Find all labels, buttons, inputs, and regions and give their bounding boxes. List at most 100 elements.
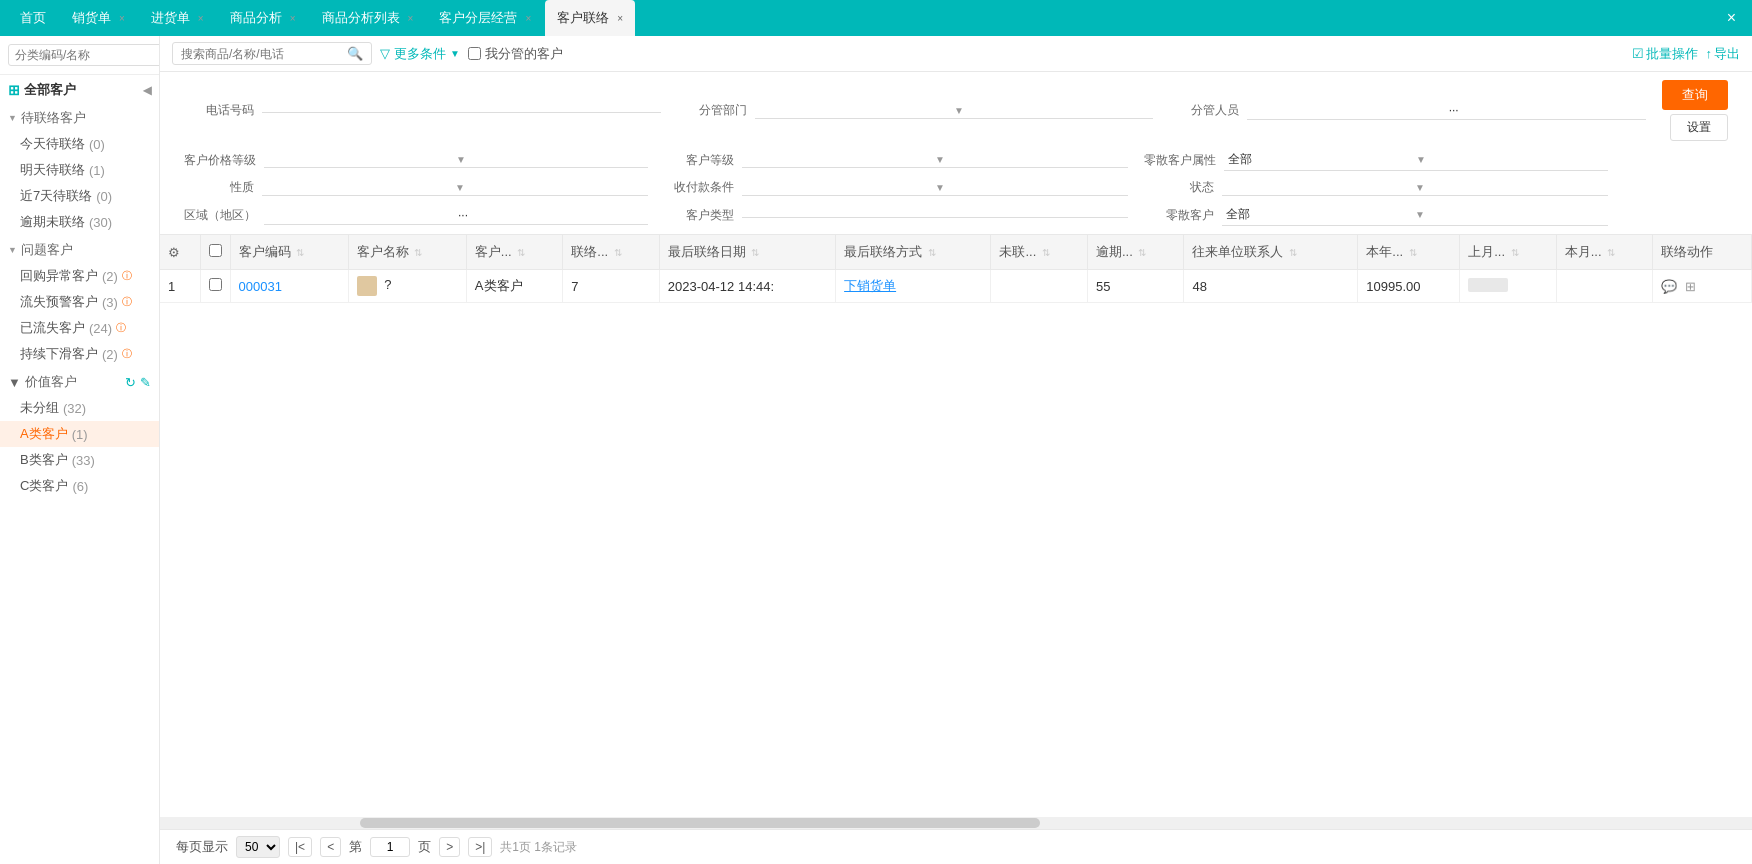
dept-arrow-icon: ▼ — [954, 105, 1149, 116]
cust-type-select[interactable] — [742, 213, 1128, 218]
sidebar-item-warning[interactable]: 流失预警客户 (3) ⓘ — [0, 289, 159, 315]
value-group-title[interactable]: ▼ 价值客户 ↻ ✎ — [0, 369, 159, 395]
scrollbar-thumb[interactable] — [360, 818, 1040, 828]
action-col: 查询 设置 — [1654, 80, 1736, 141]
batch-op-btn[interactable]: ☑ 批量操作 — [1632, 45, 1698, 63]
nav-tab-3[interactable]: 商品分析列表 × — [310, 0, 426, 36]
col-last-method[interactable]: 最后联络方式 ⇅ — [836, 235, 991, 270]
nav-tab-1[interactable]: 进货单 × — [139, 0, 216, 36]
col-contact-count[interactable]: 联络... ⇅ — [563, 235, 659, 270]
sidebar-item-class-a[interactable]: A类客户 (1) — [0, 421, 159, 447]
col-this-month[interactable]: 本月... ⇅ — [1556, 235, 1652, 270]
value-tri-icon: ▼ — [8, 375, 21, 390]
sidebar-item-unclassified[interactable]: 未分组 (32) — [0, 395, 159, 421]
select-all-checkbox[interactable] — [209, 244, 222, 257]
col-overdue[interactable]: 逾期... ⇅ — [1087, 235, 1183, 270]
col-name[interactable]: 客户名称 ⇅ — [348, 235, 466, 270]
sidebar-item-today[interactable]: 今天待联络 (0) — [0, 131, 159, 157]
main-search-input[interactable] — [181, 47, 347, 61]
top-nav: 首页 销货单 × 进货单 × 商品分析 × 商品分析列表 × 客户分层经营 × … — [0, 0, 1752, 36]
col-no-contact[interactable]: 未联... ⇅ — [991, 235, 1087, 270]
sidebar-item-abnormal[interactable]: 回购异常客户 (2) ⓘ — [0, 263, 159, 289]
page-size-select[interactable]: 50 — [236, 836, 280, 858]
filter-cell-phone: 电话号码 — [176, 102, 669, 119]
close-tab-3[interactable]: × — [408, 13, 414, 24]
settings-btn[interactable]: 设置 — [1670, 114, 1728, 141]
pending-group-title[interactable]: ▼ 待联络客户 — [0, 105, 159, 131]
gear-icon[interactable]: ⚙ — [168, 245, 180, 260]
problem-group-title[interactable]: ▼ 问题客户 — [0, 237, 159, 263]
this-month-sort-icon: ⇅ — [1607, 247, 1615, 258]
message-icon[interactable]: 💬 — [1661, 279, 1677, 294]
cell-last-method[interactable]: 下销货单 — [836, 270, 991, 303]
cell-this-month — [1556, 270, 1652, 303]
horizontal-scrollbar[interactable] — [160, 817, 1752, 829]
qr-icon[interactable]: ⊞ — [1685, 279, 1696, 294]
close-tab-4[interactable]: × — [525, 13, 531, 24]
filter-cell-status: 状态 ▼ — [1136, 179, 1616, 196]
all-customers-item[interactable]: ⊞ 全部客户 ◀ — [0, 75, 159, 105]
last-method-link[interactable]: 下销货单 — [844, 278, 896, 293]
close-tab-1[interactable]: × — [198, 13, 204, 24]
payment-select[interactable]: ▼ — [742, 180, 1128, 196]
dept-select[interactable]: ▼ — [755, 103, 1154, 119]
collapse-sidebar-icon[interactable]: ◀ — [143, 84, 151, 97]
my-customer-checkbox[interactable] — [468, 47, 481, 60]
sidebar-item-overdue[interactable]: 逾期未联络 (30) — [0, 209, 159, 235]
close-all-tabs[interactable]: × — [1719, 9, 1744, 27]
sidebar-search-input[interactable] — [8, 44, 160, 66]
last-page-btn[interactable]: >| — [468, 837, 492, 857]
cell-code[interactable]: 000031 — [230, 270, 348, 303]
sidebar-item-class-c[interactable]: C类客户 (6) — [0, 473, 159, 499]
filter-cell-cust-level: 客户等级 ▼ — [656, 152, 1136, 169]
prev-page-btn[interactable]: < — [320, 837, 341, 857]
main-search-icon[interactable]: 🔍 — [347, 46, 363, 61]
sidebar-item-tomorrow[interactable]: 明天待联络 (1) — [0, 157, 159, 183]
nav-home[interactable]: 首页 — [8, 9, 58, 27]
overdue-sort-icon: ⇅ — [1138, 247, 1146, 258]
col-code[interactable]: 客户编码 ⇅ — [230, 235, 348, 270]
close-tab-5[interactable]: × — [617, 13, 623, 24]
refresh-icon[interactable]: ↻ — [125, 375, 136, 390]
next-page-btn[interactable]: > — [439, 837, 460, 857]
status-select[interactable]: ▼ — [1222, 180, 1608, 196]
edit-icon[interactable]: ✎ — [140, 375, 151, 390]
row-checkbox[interactable] — [209, 278, 222, 291]
price-level-select[interactable]: ▼ — [264, 152, 648, 168]
col-last-month[interactable]: 上月... ⇅ — [1460, 235, 1556, 270]
person-dots-icon[interactable]: ··· — [1449, 103, 1642, 117]
person-input[interactable]: ··· — [1247, 101, 1646, 120]
sidebar-item-lost[interactable]: 已流失客户 (24) ⓘ — [0, 315, 159, 341]
nav-tab-0[interactable]: 销货单 × — [60, 0, 137, 36]
batch-icon: ☑ — [1632, 46, 1644, 61]
nav-tab-5[interactable]: 客户联络 × — [545, 0, 635, 36]
close-tab-0[interactable]: × — [119, 13, 125, 24]
region-dots-icon[interactable]: ··· — [458, 208, 644, 222]
page-label: 页 — [418, 838, 431, 856]
scatter-attr-select[interactable]: 全部 ▼ — [1224, 149, 1608, 171]
filter-cell-dept: 分管部门 ▼ — [669, 102, 1162, 119]
first-page-btn[interactable]: |< — [288, 837, 312, 857]
export-btn[interactable]: ↑ 导出 — [1706, 45, 1741, 63]
nav-tab-2[interactable]: 商品分析 × — [218, 0, 308, 36]
filter-row-1: 电话号码 分管部门 ▼ 分管人员 ··· — [176, 80, 1736, 141]
query-btn[interactable]: 查询 — [1662, 80, 1728, 110]
sidebar-item-7days[interactable]: 近7天待联络 (0) — [0, 183, 159, 209]
col-contact-person[interactable]: 往来单位联系人 ⇅ — [1184, 235, 1358, 270]
page-number-input[interactable] — [370, 837, 410, 857]
nature-select[interactable]: ▼ — [262, 180, 648, 196]
region-select[interactable]: ··· — [264, 206, 648, 225]
sidebar-item-declining[interactable]: 持续下滑客户 (2) ⓘ — [0, 341, 159, 367]
scatter-cust-select[interactable]: 全部 ▼ — [1222, 204, 1608, 226]
col-level[interactable]: 客户... ⇅ — [466, 235, 562, 270]
col-last-date[interactable]: 最后联络日期 ⇅ — [659, 235, 835, 270]
sidebar-item-class-b[interactable]: B类客户 (33) — [0, 447, 159, 473]
main-content: 🔍 ▽ 更多条件 ▼ 我分管的客户 ☑ 批量操作 ↑ 导出 — [160, 36, 1752, 864]
filter-more-btn[interactable]: ▽ 更多条件 ▼ — [380, 45, 460, 63]
close-tab-2[interactable]: × — [290, 13, 296, 24]
nav-tab-4[interactable]: 客户分层经营 × — [427, 0, 543, 36]
col-this-year[interactable]: 本年... ⇅ — [1358, 235, 1460, 270]
cust-level-select[interactable]: ▼ — [742, 152, 1128, 168]
price-level-label: 客户价格等级 — [184, 152, 256, 169]
phone-input[interactable] — [262, 108, 661, 113]
